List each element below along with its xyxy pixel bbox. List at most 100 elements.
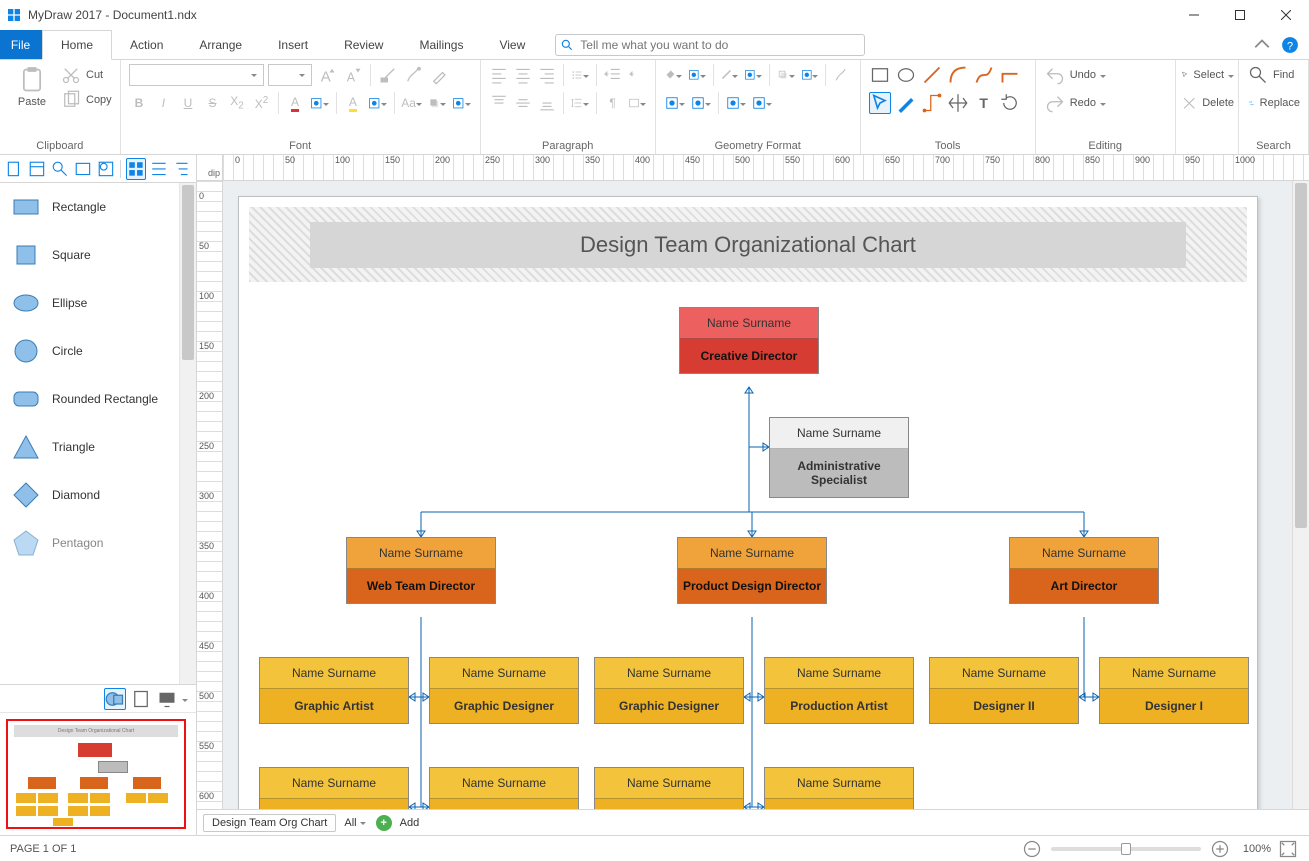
org-node[interactable]: Name SurnameDesigner I xyxy=(1099,657,1249,724)
align-center-button[interactable] xyxy=(513,64,533,86)
tool-rotate-button[interactable] xyxy=(999,92,1021,114)
tab-review[interactable]: Review xyxy=(326,30,401,59)
collapse-ribbon-button[interactable] xyxy=(1253,36,1271,54)
maximize-button[interactable] xyxy=(1217,0,1263,30)
geom-fill-button[interactable] xyxy=(664,64,684,86)
org-node[interactable]: Name SurnameGraphic Designer xyxy=(429,657,579,724)
org-node[interactable]: Name SurnameGraphic Designer xyxy=(594,657,744,724)
line-spacing-button[interactable] xyxy=(570,92,590,114)
tool-pan-button[interactable] xyxy=(947,92,969,114)
align-left-button[interactable] xyxy=(489,64,509,86)
zoom-out-button[interactable] xyxy=(1021,838,1043,860)
canvas-scrollbar[interactable] xyxy=(1292,181,1309,809)
add-sheet-label[interactable]: Add xyxy=(400,817,420,829)
org-node[interactable]: Name SurnameProduct Design Director xyxy=(677,537,827,604)
lp-tree-view-icon[interactable] xyxy=(172,158,192,180)
org-node[interactable]: Name SurnameArt Director xyxy=(1009,537,1159,604)
geom-corner-btn[interactable] xyxy=(832,64,852,86)
eyedropper-button[interactable] xyxy=(429,64,451,86)
font-family-combo[interactable] xyxy=(129,64,264,86)
org-node[interactable]: Name SurnameAdministrative Specialist xyxy=(769,417,909,498)
geom-style2-button[interactable] xyxy=(690,92,712,114)
zoom-slider[interactable] xyxy=(1051,847,1201,851)
valign-top-button[interactable] xyxy=(489,92,509,114)
shape-scrollbar[interactable] xyxy=(179,183,196,684)
indent-dec-button[interactable] xyxy=(603,64,623,86)
tool-line-button[interactable] xyxy=(921,64,943,86)
sheet-all[interactable]: All xyxy=(344,817,367,829)
undo-button[interactable]: Undo xyxy=(1044,64,1167,86)
format-painter-button[interactable] xyxy=(403,64,425,86)
indent-inc-button[interactable] xyxy=(627,64,647,86)
tool-ellipse-button[interactable] xyxy=(895,64,917,86)
org-node[interactable]: Name SurnameProduction Artist xyxy=(764,657,914,724)
clear-format-button[interactable] xyxy=(377,64,399,86)
drawing-canvas[interactable]: Design Team Organizational Chart Name Su… xyxy=(223,181,1309,809)
underline-button[interactable]: U xyxy=(178,92,199,114)
paragraph-mark-button[interactable]: ¶ xyxy=(603,92,623,114)
highlight-fill-button[interactable] xyxy=(367,92,388,114)
tell-me-input[interactable] xyxy=(580,38,860,52)
shape-ellipse[interactable]: Ellipse xyxy=(0,279,196,327)
tab-view[interactable]: View xyxy=(481,30,543,59)
shape-circle[interactable]: Circle xyxy=(0,327,196,375)
org-node[interactable]: Name SurnameCreative Director xyxy=(679,307,819,374)
shape-triangle[interactable]: Triangle xyxy=(0,423,196,471)
tab-insert[interactable]: Insert xyxy=(260,30,326,59)
valign-mid-button[interactable] xyxy=(513,92,533,114)
shape-diamond[interactable]: Diamond xyxy=(0,471,196,519)
tool-connector-button[interactable] xyxy=(921,92,943,114)
tell-me-search[interactable] xyxy=(555,34,865,56)
zoom-in-button[interactable] xyxy=(1209,838,1231,860)
tool-pointer-button[interactable] xyxy=(869,92,891,114)
org-node[interactable]: Name SurnameGraphic Artist xyxy=(259,657,409,724)
geom-style4-button[interactable] xyxy=(751,92,773,114)
geom-theme-fill-button[interactable] xyxy=(687,64,707,86)
shape-rounded-rectangle[interactable]: Rounded Rectangle xyxy=(0,375,196,423)
lp-filter-icon[interactable] xyxy=(96,158,116,180)
org-node[interactable]: Name SurnameWeb Designer xyxy=(429,767,579,809)
preview-menu[interactable] xyxy=(182,692,190,706)
text-shadow-button[interactable] xyxy=(427,92,448,114)
delete-button[interactable]: Delete xyxy=(1180,92,1234,114)
subscript-button[interactable]: X2 xyxy=(227,92,248,114)
align-right-button[interactable] xyxy=(537,64,557,86)
tool-text-button[interactable]: T xyxy=(973,92,995,114)
copy-button[interactable]: Copy xyxy=(60,89,112,111)
superscript-button[interactable]: X2 xyxy=(251,92,272,114)
help-button[interactable]: ? xyxy=(1281,36,1299,54)
strike-button[interactable]: S xyxy=(202,92,223,114)
sheet-tab[interactable]: Design Team Org Chart xyxy=(203,814,336,832)
lp-open-icon[interactable] xyxy=(27,158,47,180)
tab-mailings[interactable]: Mailings xyxy=(401,30,481,59)
font-color-button[interactable]: A xyxy=(285,92,306,114)
org-node[interactable]: Name SurnameWeb Designer xyxy=(259,767,409,809)
text-box-button[interactable] xyxy=(627,92,647,114)
highlight-button[interactable]: A xyxy=(343,92,364,114)
chart-title[interactable]: Design Team Organizational Chart xyxy=(310,222,1186,268)
shape-square[interactable]: Square xyxy=(0,231,196,279)
geom-style1-button[interactable] xyxy=(664,92,686,114)
tool-elbow-button[interactable] xyxy=(999,64,1021,86)
tab-home[interactable]: Home xyxy=(42,30,112,60)
geom-theme-stroke-button[interactable] xyxy=(743,64,763,86)
bullets-button[interactable] xyxy=(570,64,590,86)
tool-draw-button[interactable] xyxy=(895,92,917,114)
org-node[interactable]: Name SurnameSr. Graphic Designer xyxy=(764,767,914,809)
font-fill-button[interactable] xyxy=(309,92,330,114)
paste-button[interactable]: Paste xyxy=(8,64,56,138)
case-button[interactable]: Aa xyxy=(401,92,423,114)
geom-stroke-button[interactable] xyxy=(720,64,740,86)
file-tab[interactable]: File xyxy=(0,30,42,59)
text-style-button[interactable] xyxy=(451,92,472,114)
geom-style3-button[interactable] xyxy=(725,92,747,114)
replace-button[interactable]: Replace xyxy=(1247,92,1300,114)
tool-rect-button[interactable] xyxy=(869,64,891,86)
select-button[interactable]: Select xyxy=(1180,64,1234,86)
lp-list-view-icon[interactable] xyxy=(126,158,146,180)
tab-arrange[interactable]: Arrange xyxy=(181,30,260,59)
preview-screen-icon[interactable] xyxy=(156,688,178,710)
geom-theme-shadow-btn[interactable] xyxy=(800,64,820,86)
tool-arc-button[interactable] xyxy=(947,64,969,86)
redo-button[interactable]: Redo xyxy=(1044,92,1167,114)
